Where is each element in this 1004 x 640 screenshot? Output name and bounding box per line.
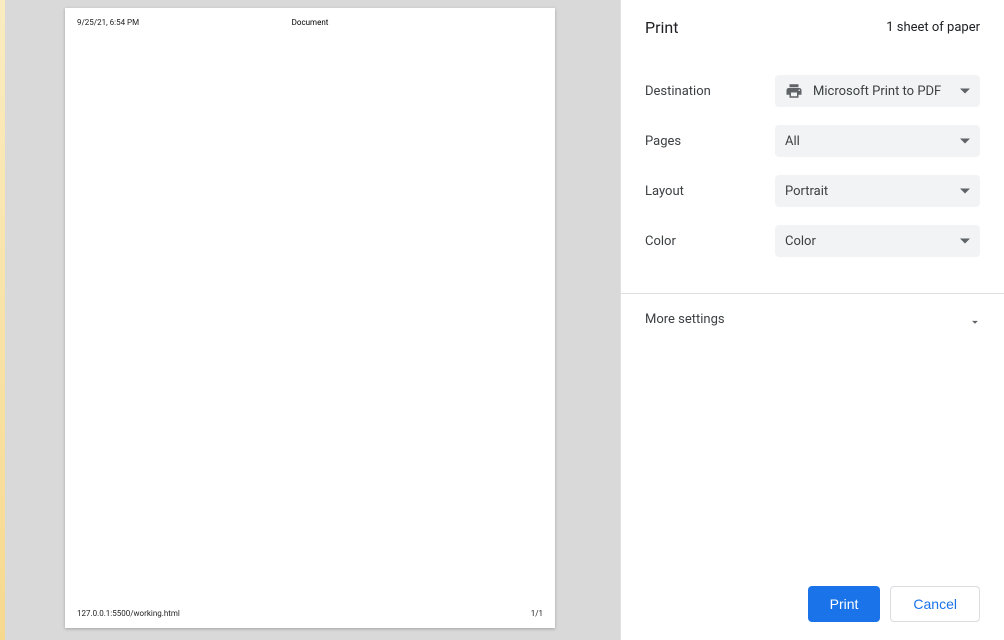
- chevron-down-icon: [960, 239, 970, 244]
- layout-row: Layout Portrait: [645, 175, 980, 207]
- print-preview-area: 9/25/21, 6:54 PM Document 127.0.0.1:5500…: [0, 0, 620, 640]
- destination-row: Destination Microsoft Print to PDF: [645, 75, 980, 107]
- layout-select[interactable]: Portrait: [775, 175, 980, 207]
- sheet-summary: 1 sheet of paper: [886, 20, 980, 35]
- preview-page-indicator: 1/1: [531, 609, 543, 618]
- pages-value: All: [785, 134, 800, 149]
- color-row: Color Color: [645, 225, 980, 257]
- pages-label: Pages: [645, 134, 775, 149]
- cancel-button[interactable]: Cancel: [890, 586, 980, 622]
- printer-icon: [785, 82, 803, 100]
- panel-title: Print: [645, 18, 678, 37]
- destination-value: Microsoft Print to PDF: [813, 84, 941, 99]
- color-value: Color: [785, 234, 816, 249]
- layout-value: Portrait: [785, 184, 828, 199]
- chevron-down-icon: [960, 189, 970, 194]
- preview-footer-url: 127.0.0.1:5500/working.html: [77, 609, 180, 618]
- panel-header: Print 1 sheet of paper: [621, 0, 1004, 51]
- layout-label: Layout: [645, 184, 775, 199]
- page-preview-footer: 127.0.0.1:5500/working.html 1/1: [77, 609, 543, 618]
- preview-title: Document: [292, 18, 329, 27]
- window-left-edge: [0, 0, 5, 640]
- color-label: Color: [645, 234, 775, 249]
- destination-select[interactable]: Microsoft Print to PDF: [775, 75, 980, 107]
- destination-label: Destination: [645, 84, 775, 99]
- more-settings-label: More settings: [645, 312, 725, 327]
- settings-block: Destination Microsoft Print to PDF Pages…: [621, 51, 1004, 293]
- color-select[interactable]: Color: [775, 225, 980, 257]
- more-settings-toggle[interactable]: More settings: [621, 294, 1004, 345]
- page-preview[interactable]: 9/25/21, 6:54 PM Document 127.0.0.1:5500…: [65, 8, 555, 628]
- print-button[interactable]: Print: [808, 586, 881, 622]
- spacer: [621, 345, 1004, 574]
- pages-row: Pages All: [645, 125, 980, 157]
- print-settings-panel: Print 1 sheet of paper Destination Micro…: [620, 0, 1004, 640]
- preview-timestamp: 9/25/21, 6:54 PM: [77, 18, 139, 27]
- footer-buttons: Print Cancel: [621, 574, 1004, 640]
- chevron-down-icon: [968, 314, 980, 326]
- pages-select[interactable]: All: [775, 125, 980, 157]
- chevron-down-icon: [960, 89, 970, 94]
- chevron-down-icon: [960, 139, 970, 144]
